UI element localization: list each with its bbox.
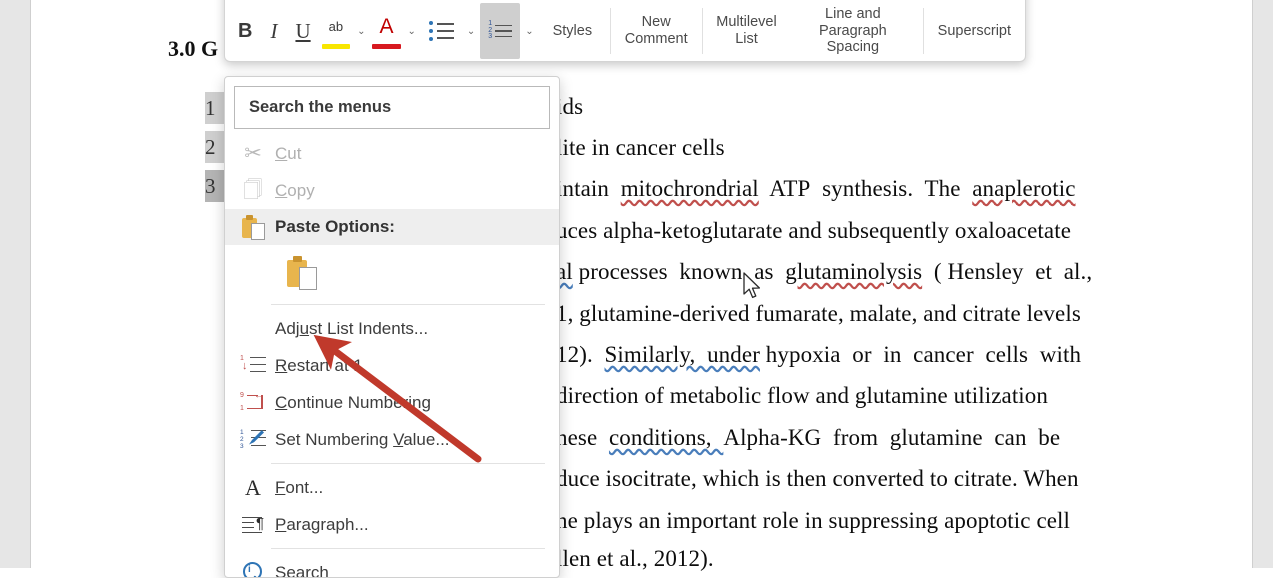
menu-divider: [271, 463, 545, 464]
menu-item-font[interactable]: A Font...: [225, 469, 559, 506]
scissors-icon: ✂: [235, 143, 271, 164]
numbering-icon: 123: [488, 21, 512, 41]
menu-item-copy[interactable]: 🗍 Copy: [225, 172, 559, 209]
font-color-label: A: [379, 15, 393, 39]
doc-line: 1, glutamine-derived fumarate, malate, a…: [556, 301, 1081, 327]
numbering-chevron-down-icon[interactable]: ⌄: [520, 3, 538, 59]
menu-item-paragraph-label: Paragraph...: [271, 515, 369, 535]
multilevel-list-button[interactable]: Multilevel List: [706, 3, 786, 59]
superscript-button[interactable]: Superscript: [928, 3, 1021, 59]
bullets-button[interactable]: [421, 3, 462, 59]
continue-numbering-icon: 9 1 ←: [235, 392, 271, 414]
menu-item-cut-label: Cut: [271, 144, 301, 164]
menu-divider: [271, 304, 545, 305]
menu-item-set-numbering-value[interactable]: 123 Set Numbering Value...: [225, 421, 559, 458]
italic-button[interactable]: I: [261, 3, 286, 59]
line-paragraph-spacing-label: Line and Paragraph Spacing: [793, 6, 913, 56]
heading-fragment: 3.0 G: [168, 36, 218, 62]
superscript-label: Superscript: [938, 23, 1011, 40]
doc-line: duce isocitrate, which is then converted…: [556, 466, 1079, 492]
restart-numbering-icon: 1↓: [235, 355, 271, 377]
menu-item-cut[interactable]: ✂ Cut: [225, 135, 559, 172]
highlight-label: ab: [329, 19, 343, 34]
menu-item-search[interactable]: i Search: [225, 554, 559, 578]
menu-divider: [271, 548, 545, 549]
clipboard-icon: [235, 215, 271, 239]
menu-item-copy-label: Copy: [271, 181, 315, 201]
bullets-chevron-down-icon[interactable]: ⌄: [462, 3, 480, 59]
doc-line: uces alpha-ketoglutarate and subsequentl…: [556, 218, 1071, 244]
doc-line: ids: [556, 94, 583, 120]
context-menu[interactable]: Search the menus ✂ Cut 🗍 Copy Paste Opti…: [224, 76, 560, 578]
new-comment-button[interactable]: New Comment: [615, 3, 698, 59]
menu-item-paste-options-label: Paste Options:: [271, 217, 395, 237]
doc-line: llen et al., 2012).: [556, 546, 714, 572]
highlight-color-swatch: [322, 44, 350, 49]
numbering-button[interactable]: 123: [480, 3, 520, 59]
doc-line: ne plays an important role in suppressin…: [556, 508, 1070, 534]
font-icon: A: [235, 477, 271, 499]
bullets-icon: [429, 21, 454, 41]
text-highlight-color-button[interactable]: ab: [320, 3, 352, 59]
font-color-button[interactable]: A: [370, 3, 402, 59]
menu-item-restart-at-1[interactable]: 1↓ Restart at 1: [225, 347, 559, 384]
menu-item-continue-numbering[interactable]: 9 1 ← Continue Numbering: [225, 384, 559, 421]
menu-item-continue-numbering-label: Continue Numbering: [271, 393, 431, 413]
set-numbering-value-icon: 123: [235, 429, 271, 451]
copy-icon: 🗍: [235, 181, 271, 200]
doc-line: lite in cancer cells: [556, 135, 725, 161]
font-color-swatch: [372, 44, 400, 49]
styles-button[interactable]: Styles: [539, 3, 607, 59]
menu-item-adjust-list-indents[interactable]: Adjust List Indents...: [225, 310, 559, 347]
document-page: 3.0 G 1 2 3 ids lite in cancer cells int…: [0, 0, 1273, 568]
menu-item-search-label: Search: [271, 563, 329, 578]
toolbar-divider: [702, 8, 703, 54]
highlight-chevron-down-icon[interactable]: ⌄: [352, 3, 370, 59]
page-left-gutter: [0, 0, 30, 568]
menu-item-set-numbering-value-label: Set Numbering Value...: [271, 430, 450, 450]
page-right-gutter: [1253, 0, 1273, 568]
doc-line: intain mitochrondrial ATP synthesis. The…: [556, 176, 1076, 202]
styles-label: Styles: [553, 23, 593, 40]
underline-button[interactable]: U: [286, 3, 319, 59]
doc-line: 12). Similarly, under hypoxia or in canc…: [556, 342, 1081, 368]
underline-label: U: [295, 19, 310, 44]
search-info-icon: i: [235, 562, 271, 578]
doc-line: direction of metabolic flow and glutamin…: [556, 383, 1048, 409]
bold-label: B: [238, 20, 252, 43]
multilevel-list-label: Multilevel List: [716, 14, 776, 47]
paragraph-icon: ¶: [235, 516, 271, 534]
page-left-edge-line: [30, 0, 31, 568]
search-input-value: Search the menus: [249, 98, 391, 117]
toolbar-divider: [610, 8, 611, 54]
line-paragraph-spacing-button[interactable]: Line and Paragraph Spacing: [787, 3, 919, 59]
paste-keep-source-formatting-icon[interactable]: [287, 256, 317, 289]
toolbar-divider: [923, 8, 924, 54]
doc-line: hese conditions, Alpha-KG from glutamine…: [556, 425, 1060, 451]
new-comment-label: New Comment: [625, 14, 688, 47]
italic-label: I: [270, 19, 277, 44]
doc-line: al processes known as glutaminolysis ( H…: [556, 259, 1092, 285]
menu-item-adjust-list-indents-label: Adjust List Indents...: [271, 319, 428, 339]
search-the-menus-input[interactable]: Search the menus: [234, 86, 550, 129]
bold-button[interactable]: B: [229, 3, 261, 59]
menu-item-paste-options: Paste Options:: [225, 209, 559, 245]
font-color-chevron-down-icon[interactable]: ⌄: [403, 3, 421, 59]
paste-options-gallery[interactable]: [225, 245, 559, 299]
menu-item-restart-at-1-label: Restart at 1: [271, 356, 363, 376]
menu-item-font-label: Font...: [271, 478, 323, 498]
mini-floating-toolbar[interactable]: ◤ ◢ ≡ ▼ B I U ab ⌄ A ⌄ ⌄: [224, 0, 1026, 62]
page-right-edge-line: [1252, 0, 1253, 568]
menu-item-paragraph[interactable]: ¶ Paragraph...: [225, 506, 559, 543]
